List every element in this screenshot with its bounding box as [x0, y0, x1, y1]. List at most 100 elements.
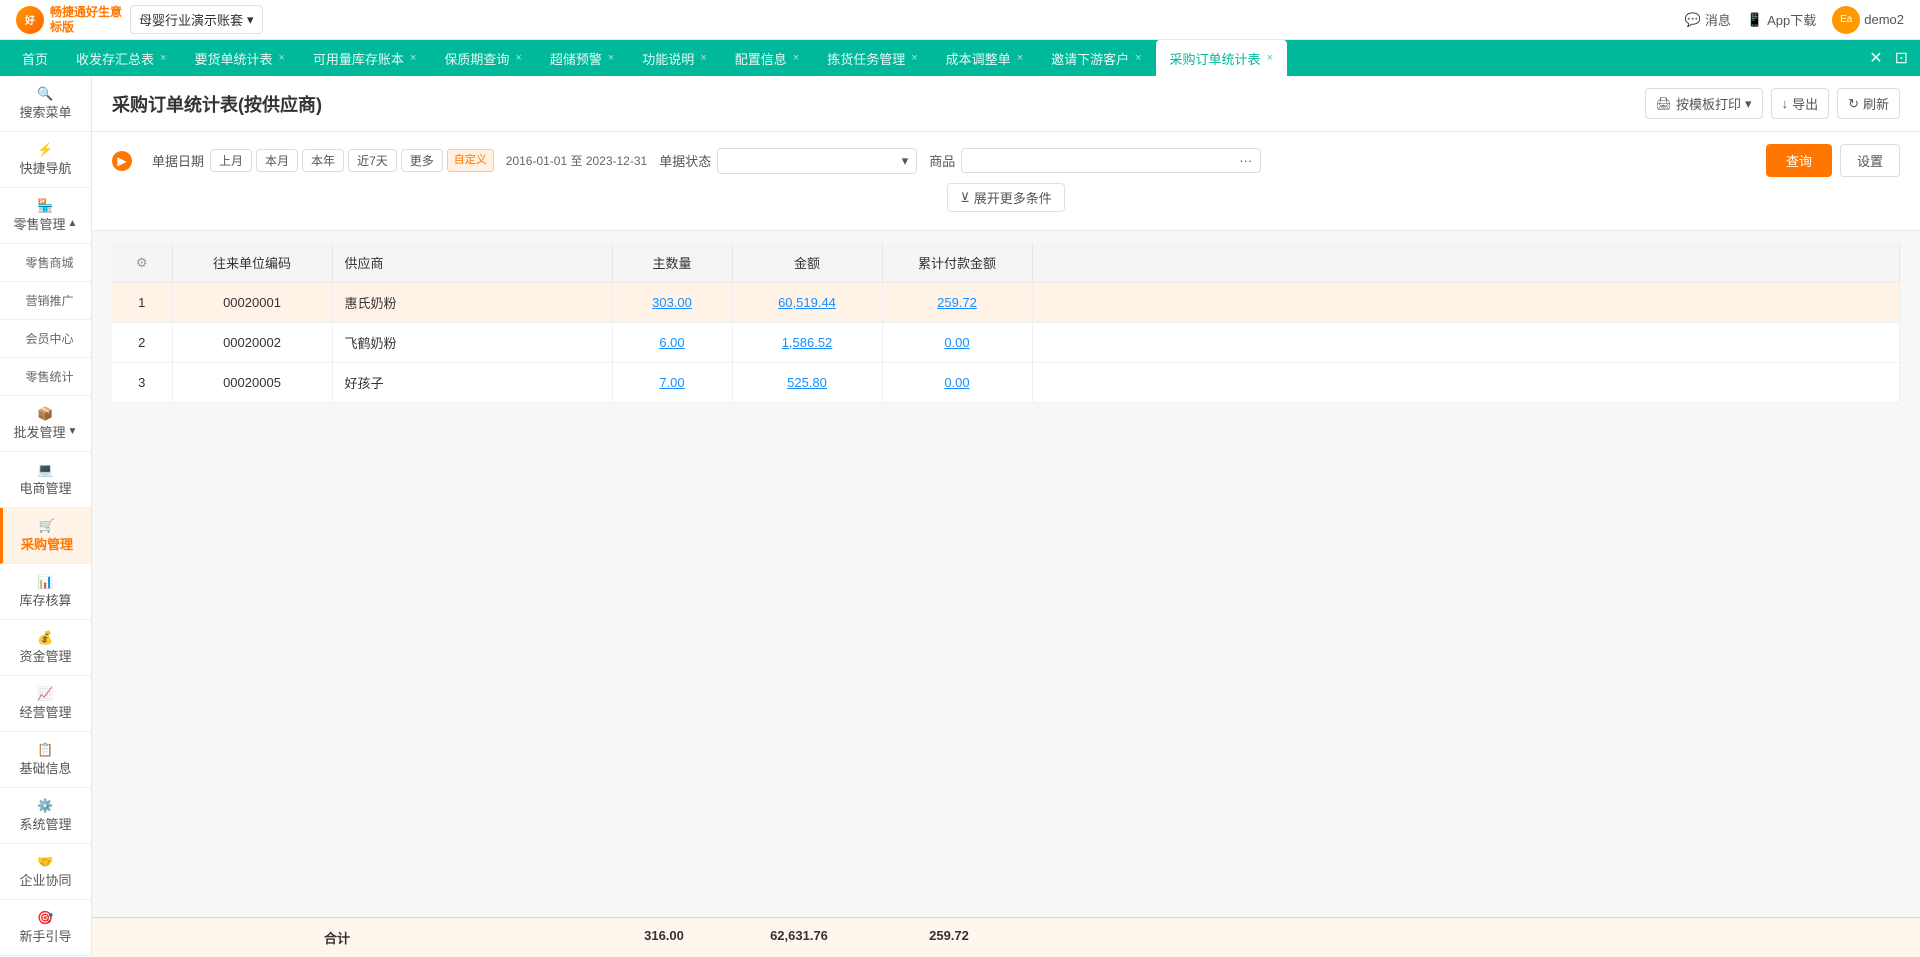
refresh-btn[interactable]: ↻ 刷新 — [1837, 88, 1900, 119]
retail-icon: 🏪 — [4, 198, 87, 214]
logo-text: 畅捷通好生意 标版 — [50, 5, 122, 34]
cell-paid-1: 259.72 — [882, 283, 1032, 323]
sidebar-item-operations[interactable]: 📈 经营管理 — [0, 676, 91, 732]
export-btn[interactable]: ↓ 导出 — [1771, 88, 1830, 119]
sidebar-item-basics[interactable]: 📋 基础信息 — [0, 732, 91, 788]
cell-amount-2: 1,586.52 — [732, 323, 882, 363]
close-tab-2[interactable]: × — [410, 52, 416, 64]
date-btn-this-year[interactable]: 本年 — [302, 149, 344, 172]
col-header-amount: 金额 — [732, 243, 882, 283]
purchase-icon: 🛒 — [7, 518, 87, 534]
goods-filter-item: 商品 ··· — [929, 148, 1261, 173]
close-tab-6[interactable]: × — [793, 52, 799, 64]
data-table: ⚙ 往来单位编码 供应商 主数量 金额 累计付款金额 1 00020001 — [112, 243, 1900, 403]
date-btn-more[interactable]: 更多 — [401, 149, 443, 172]
status-label: 单据状态 — [659, 151, 711, 170]
sidebar-item-guide[interactable]: 🎯 新手引导 — [0, 900, 91, 956]
close-tab-1[interactable]: × — [278, 52, 284, 64]
app-icon: 📱 — [1747, 12, 1763, 28]
close-tab-5[interactable]: × — [700, 52, 706, 64]
footer-cells: 合计 316.00 62,631.76 259.72 — [104, 928, 1908, 947]
cell-amount-3: 525.80 — [732, 363, 882, 403]
tab-4[interactable]: 超储预警 × — [536, 40, 628, 76]
col-header-settings: ⚙ — [112, 243, 172, 283]
gear-icon[interactable]: ⚙ — [136, 255, 148, 270]
date-shortcuts: 上月 本月 本年 近7天 更多 自定义 — [210, 149, 494, 172]
close-tab-4[interactable]: × — [608, 52, 614, 64]
date-filter-item: 单据日期 上月 本月 本年 近7天 更多 自定义 — [152, 149, 494, 172]
sidebar-item-system[interactable]: ⚙️ 系统管理 — [0, 788, 91, 844]
top-bar-left: 好 畅捷通好生意 标版 母婴行业演示账套 ▾ — [16, 5, 263, 34]
sidebar-item-wholesale[interactable]: 📦 批发管理 ▼ — [0, 396, 91, 452]
tab-10-active[interactable]: 采购订单统计表 × — [1156, 40, 1287, 76]
date-range-text: 2016-01-01 至 2023-12-31 — [506, 152, 647, 169]
close-tab-8[interactable]: × — [1017, 52, 1023, 64]
sidebar-item-members[interactable]: 会员中心 — [0, 320, 91, 358]
ecommerce-icon: 💻 — [4, 462, 87, 478]
col-header-qty: 主数量 — [612, 243, 732, 283]
filter-toggle-btn[interactable]: ▶ — [112, 151, 132, 171]
sidebar-item-inventory[interactable]: 📊 库存核算 — [0, 564, 91, 620]
maximize-window-btn[interactable]: ⊡ — [1891, 44, 1912, 72]
sidebar-item-ecommerce[interactable]: 💻 电商管理 — [0, 452, 91, 508]
footer-amount: 62,631.76 — [724, 928, 874, 947]
expand-down-icon: ⊻ — [960, 190, 970, 206]
expand-more-btn[interactable]: ⊻ 展开更多条件 — [947, 183, 1065, 212]
table-row[interactable]: 3 00020005 好孩子 7.00 525.80 0.00 — [112, 363, 1900, 403]
workspace-selector[interactable]: 母婴行业演示账套 ▾ — [130, 5, 263, 34]
query-btn[interactable]: 查询 — [1766, 144, 1832, 177]
tab-7[interactable]: 拣货任务管理 × — [813, 40, 931, 76]
wholesale-expand-arrow: ▼ — [68, 426, 78, 437]
page-header: 采购订单统计表(按供应商) 🖨 按模板打印 ▾ ↓ 导出 ↻ 刷新 — [92, 76, 1920, 132]
tab-2[interactable]: 可用量库存账本 × — [299, 40, 430, 76]
date-label: 单据日期 — [152, 151, 204, 170]
date-btn-7-days[interactable]: 近7天 — [348, 149, 397, 172]
close-tab-9[interactable]: × — [1135, 52, 1141, 64]
tab-8[interactable]: 成本调整单 × — [932, 40, 1037, 76]
close-window-btn[interactable]: ✕ — [1865, 44, 1886, 72]
logo-icon: 好 — [16, 6, 44, 34]
status-select[interactable]: ▾ — [717, 148, 917, 174]
sidebar-item-retail-stats[interactable]: 零售统计 — [0, 358, 91, 396]
close-tab-0[interactable]: × — [160, 52, 166, 64]
tab-3[interactable]: 保质期查询 × — [430, 40, 535, 76]
close-tab-10[interactable]: × — [1267, 52, 1273, 64]
app-download-btn[interactable]: 📱 App下载 — [1747, 10, 1816, 29]
date-btn-this-month[interactable]: 本月 — [256, 149, 298, 172]
settings-btn[interactable]: 设置 — [1840, 144, 1900, 177]
table-row[interactable]: 2 00020002 飞鹤奶粉 6.00 1,586.52 0.00 — [112, 323, 1900, 363]
sidebar-item-retail-mall[interactable]: 零售商城 — [0, 244, 91, 282]
tab-9[interactable]: 邀请下游客户 × — [1037, 40, 1155, 76]
tab-0[interactable]: 收发存汇总表 × — [62, 40, 180, 76]
goods-input[interactable]: ··· — [961, 148, 1261, 173]
wholesale-icon: 📦 — [4, 406, 87, 422]
user-menu[interactable]: Ea demo2 — [1832, 6, 1904, 34]
cell-supplier-3: 好孩子 — [332, 363, 612, 403]
close-tab-3[interactable]: × — [515, 52, 521, 64]
template-print-btn[interactable]: 🖨 按模板打印 ▾ — [1645, 88, 1763, 119]
custom-date-tag: 自定义 — [447, 149, 494, 172]
table-row[interactable]: 1 00020001 惠氏奶粉 303.00 60,519.44 259.72 — [112, 283, 1900, 323]
content-area: 采购订单统计表(按供应商) 🖨 按模板打印 ▾ ↓ 导出 ↻ 刷新 — [92, 76, 1920, 957]
sidebar-item-finance[interactable]: 💰 资金管理 — [0, 620, 91, 676]
tab-1[interactable]: 要货单统计表 × — [180, 40, 298, 76]
tab-5[interactable]: 功能说明 × — [628, 40, 720, 76]
sidebar-item-collab[interactable]: 🤝 企业协同 — [0, 844, 91, 900]
goods-label: 商品 — [929, 151, 955, 170]
close-tab-7[interactable]: × — [911, 52, 917, 64]
sidebar-item-purchase[interactable]: 🛒 采购管理 — [0, 508, 91, 564]
tab-home[interactable]: 首页 — [8, 49, 62, 68]
date-btn-last-month[interactable]: 上月 — [210, 149, 252, 172]
dropdown-arrow-icon: ▾ — [1745, 96, 1752, 112]
system-icon: ⚙️ — [4, 798, 87, 814]
sidebar-item-shortcuts[interactable]: ⚡ 快捷导航 — [0, 132, 91, 188]
sidebar-item-marketing[interactable]: 营销推广 — [0, 282, 91, 320]
sidebar-item-retail[interactable]: 🏪 零售管理 ▲ — [0, 188, 91, 244]
cell-amount-1: 60,519.44 — [732, 283, 882, 323]
message-btn[interactable]: 💬 消息 — [1685, 10, 1731, 29]
cell-qty-2: 6.00 — [612, 323, 732, 363]
sidebar-item-search[interactable]: 🔍 搜索菜单 — [0, 76, 91, 132]
page-header-actions: 🖨 按模板打印 ▾ ↓ 导出 ↻ 刷新 — [1645, 88, 1901, 119]
tab-6[interactable]: 配置信息 × — [721, 40, 813, 76]
message-icon: 💬 — [1685, 12, 1701, 28]
